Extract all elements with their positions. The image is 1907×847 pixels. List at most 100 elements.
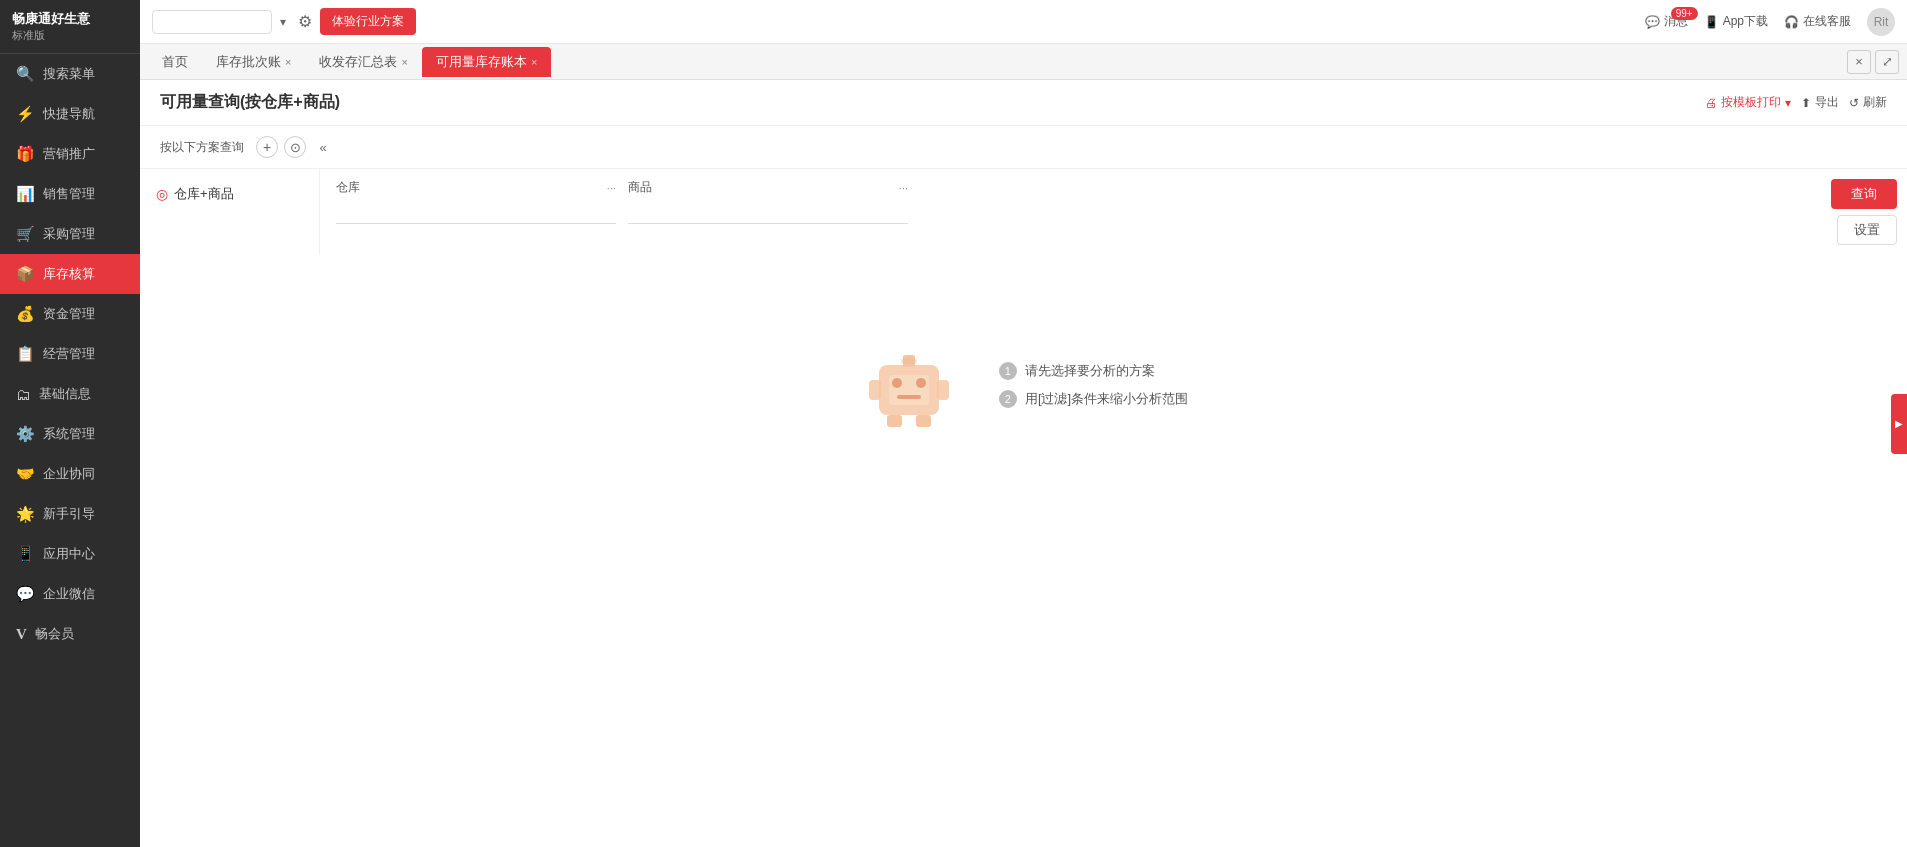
content-area: 可用量查询(按仓库+商品) 🖨 按模板打印 ▾ ⬆ 导出 ↺ 刷新 按以下方案 — [140, 80, 1907, 847]
box-icon: 📦 — [16, 265, 35, 283]
sidebar-item-inventory[interactable]: 📦 库存核算 — [0, 254, 140, 294]
export-button[interactable]: ⬆ 导出 — [1801, 94, 1839, 111]
message-badge: 99+ — [1671, 7, 1698, 20]
query-filters: 仓库 ··· 商品 ··· — [320, 169, 1821, 255]
filter-field-product: 商品 ··· — [628, 179, 908, 224]
query-button[interactable]: 查询 — [1831, 179, 1897, 209]
topbar-gear-icon[interactable]: ⚙ — [298, 12, 312, 31]
sidebar-item-label: 采购管理 — [43, 225, 95, 243]
sidebar-item-sales[interactable]: 📊 销售管理 — [0, 174, 140, 214]
sidebar-item-corpcollab[interactable]: 🤝 企业协同 — [0, 454, 140, 494]
mobile-icon: 📱 — [16, 545, 35, 563]
dropdown-icon[interactable]: ▾ — [276, 15, 290, 29]
message-icon: 💬 — [1645, 15, 1660, 29]
app-download-item[interactable]: 📱 App下载 — [1704, 13, 1768, 30]
tip-num-1: 1 — [999, 362, 1017, 380]
sidebar-item-corpwechat[interactable]: 💬 企业微信 — [0, 574, 140, 614]
tab-available-ledger-close[interactable]: × — [531, 56, 537, 68]
empty-illustration — [859, 335, 959, 435]
warehouse-more[interactable]: ··· — [607, 182, 616, 194]
clipboard-icon: 📋 — [16, 345, 35, 363]
logo-sub: 标准版 — [12, 28, 128, 43]
expand-tab-button[interactable]: ⤢ — [1875, 50, 1899, 74]
product-more[interactable]: ··· — [899, 182, 908, 194]
sidebar-item-label: 经营管理 — [43, 345, 95, 363]
app-download-label: App下载 — [1723, 13, 1768, 30]
chat-icon: 💬 — [16, 585, 35, 603]
tab-available-ledger-label: 可用量库存账本 — [436, 53, 527, 71]
user-avatar[interactable]: Rit — [1867, 8, 1895, 36]
sidebar-item-label: 库存核算 — [43, 265, 95, 283]
tab-home[interactable]: 首页 — [148, 47, 202, 77]
tip-num-2: 2 — [999, 390, 1017, 408]
sidebar-item-label: 系统管理 — [43, 425, 95, 443]
shortcut-icon: ⚡ — [16, 105, 35, 123]
tab-receipt-summary-label: 收发存汇总表 — [319, 53, 397, 71]
scheme-item-warehouse-product[interactable]: ◎ 仓库+商品 — [140, 177, 319, 211]
sidebar-item-operations[interactable]: 📋 经营管理 — [0, 334, 140, 374]
sidebar-item-finance[interactable]: 💰 资金管理 — [0, 294, 140, 334]
tab-receipt-summary[interactable]: 收发存汇总表 × — [305, 47, 421, 77]
tab-batch-account-close[interactable]: × — [285, 56, 291, 68]
sidebar-item-system[interactable]: ⚙️ 系统管理 — [0, 414, 140, 454]
topbar-search-input[interactable] — [152, 10, 272, 34]
filter-add-button[interactable]: + — [256, 136, 278, 158]
industry-solution-button[interactable]: 体验行业方案 — [320, 8, 416, 35]
sidebar: 畅康通好生意 标准版 🔍 搜索菜单 ⚡ 快捷导航 🎁 营销推广 📊 销售管理 🛒… — [0, 0, 140, 847]
sidebar-item-vip[interactable]: V 畅会员 — [0, 614, 140, 654]
filter-actions: + ⊙ « — [256, 136, 334, 158]
tab-available-ledger[interactable]: 可用量库存账本 × — [422, 47, 551, 77]
page-title: 可用量查询(按仓库+商品) — [160, 92, 340, 113]
sidebar-item-label: 搜索菜单 — [43, 65, 95, 83]
template-print-button[interactable]: 🖨 按模板打印 ▾ — [1705, 94, 1791, 111]
warehouse-label: 仓库 — [336, 179, 360, 196]
scheme-list: ◎ 仓库+商品 — [140, 169, 320, 255]
gift-icon: 🎁 — [16, 145, 35, 163]
tabs-controls: × ⤢ — [1847, 50, 1899, 74]
sidebar-item-purchase[interactable]: 🛒 采购管理 — [0, 214, 140, 254]
message-item[interactable]: 💬 消息 99+ — [1645, 13, 1688, 30]
handshake-icon: 🤝 — [16, 465, 35, 483]
right-toggle-button[interactable]: ▶ — [1891, 394, 1907, 454]
scheme-item-label: 仓库+商品 — [174, 185, 234, 203]
svg-point-3 — [916, 378, 926, 388]
sidebar-item-label: 营销推广 — [43, 145, 95, 163]
phone-icon: 📱 — [1704, 15, 1719, 29]
filter-collapse-button[interactable]: « — [312, 136, 334, 158]
sidebar-item-search[interactable]: 🔍 搜索菜单 — [0, 54, 140, 94]
sidebar-item-label: 企业协同 — [43, 465, 95, 483]
sidebar-item-appcenter[interactable]: 📱 应用中心 — [0, 534, 140, 574]
topbar: ▾ ⚙ 体验行业方案 💬 消息 99+ 📱 App下载 🎧 在线客服 Rit — [140, 0, 1907, 44]
page-header: 可用量查询(按仓库+商品) 🖨 按模板打印 ▾ ⬆ 导出 ↺ 刷新 — [140, 80, 1907, 126]
refresh-button[interactable]: ↺ 刷新 — [1849, 94, 1887, 111]
empty-tips: 1 请先选择要分析的方案 2 用[过滤]条件来缩小分析范围 — [999, 362, 1188, 408]
tab-batch-account[interactable]: 库存批次账 × — [202, 47, 305, 77]
empty-state: 1 请先选择要分析的方案 2 用[过滤]条件来缩小分析范围 — [140, 255, 1907, 515]
online-service-item[interactable]: 🎧 在线客服 — [1784, 13, 1851, 30]
tab-receipt-summary-close[interactable]: × — [401, 56, 407, 68]
settings-button[interactable]: 设置 — [1837, 215, 1897, 245]
product-input[interactable] — [628, 200, 908, 224]
sidebar-item-newguide[interactable]: 🌟 新手引导 — [0, 494, 140, 534]
right-toggle-icon: ▶ — [1895, 418, 1903, 429]
svg-rect-8 — [887, 415, 902, 427]
empty-tip-2: 2 用[过滤]条件来缩小分析范围 — [999, 390, 1188, 408]
sidebar-item-label: 畅会员 — [35, 625, 74, 643]
sidebar-logo: 畅康通好生意 标准版 — [0, 0, 140, 54]
export-icon: ⬆ — [1801, 96, 1811, 110]
user-name: Rit — [1874, 15, 1889, 29]
filter-setting-button[interactable]: ⊙ — [284, 136, 306, 158]
topbar-search-area: ▾ — [152, 10, 290, 34]
tip-text-1: 请先选择要分析的方案 — [1025, 362, 1155, 380]
tab-home-label: 首页 — [162, 53, 188, 71]
topbar-right: 💬 消息 99+ 📱 App下载 🎧 在线客服 Rit — [1645, 8, 1895, 36]
close-tab-button[interactable]: × — [1847, 50, 1871, 74]
empty-tip-1: 1 请先选择要分析的方案 — [999, 362, 1188, 380]
sidebar-item-marketing[interactable]: 🎁 营销推广 — [0, 134, 140, 174]
filter-row: 按以下方案查询 + ⊙ « — [140, 126, 1907, 169]
sidebar-item-basicinfo[interactable]: 🗂 基础信息 — [0, 374, 140, 414]
refresh-icon: ↺ — [1849, 96, 1859, 110]
warehouse-input[interactable] — [336, 200, 616, 224]
sidebar-item-shortcut[interactable]: ⚡ 快捷导航 — [0, 94, 140, 134]
chevron-down-icon: ▾ — [1785, 96, 1791, 110]
